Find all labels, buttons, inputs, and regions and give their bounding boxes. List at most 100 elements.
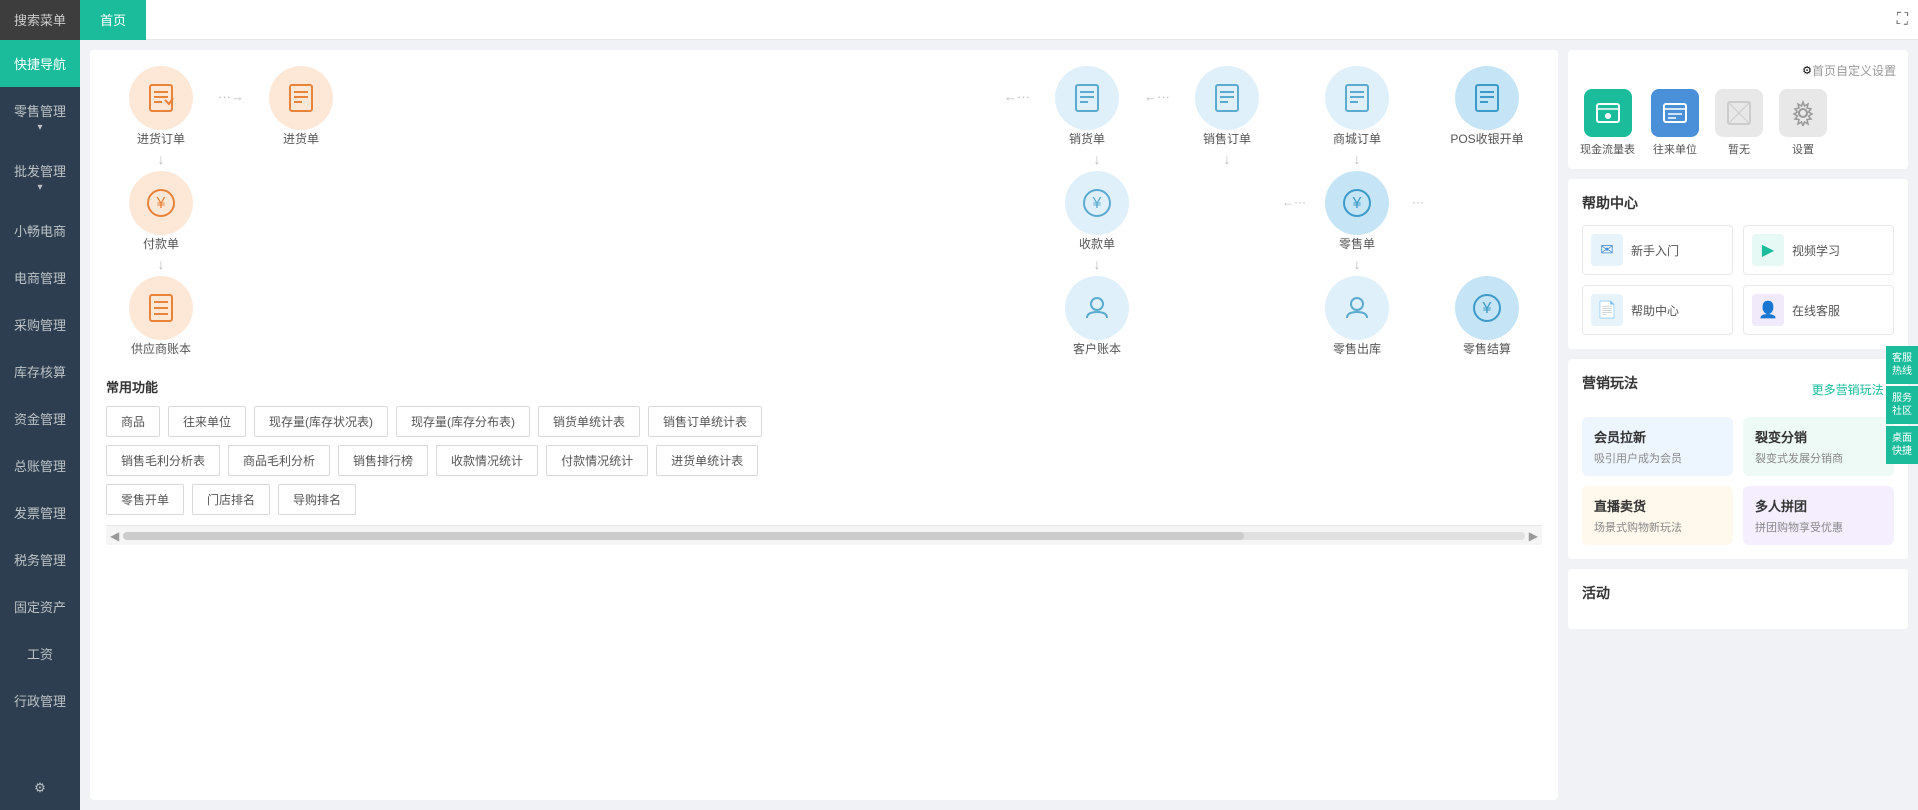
node-pos[interactable]: POS收银开单 [1432, 66, 1542, 147]
payment-icon: ¥ [129, 171, 193, 235]
marketing-item-live[interactable]: 直播卖货 场景式购物新玩法 [1582, 486, 1733, 545]
func-btn-sales-order-stats[interactable]: 销售订单统计表 [648, 406, 762, 437]
func-btn-store-rank[interactable]: 门店排名 [192, 484, 270, 515]
float-btn-desktop[interactable]: 桌面快捷 [1886, 426, 1918, 464]
chevron-down-icon: ▾ [37, 182, 42, 193]
scroll-left-arrow[interactable]: ◀ [110, 529, 119, 543]
help-center: 帮助中心 ✉ 新手入门 ▶ 视频学习 📄 帮助中心 👤 [1568, 179, 1908, 349]
more-marketing-link[interactable]: 更多营销玩法 > [1812, 381, 1894, 398]
node-retail-settlement[interactable]: ¥ 零售结算 [1432, 276, 1542, 357]
node-sales-bill[interactable]: 销货单 [1032, 66, 1142, 147]
func-btn-payment-stats[interactable]: 付款情况统计 [546, 445, 648, 476]
quick-icon-none[interactable]: 暂无 [1715, 89, 1763, 157]
sidebar-item-wholesale[interactable]: 批发管理 ▾ [0, 147, 80, 207]
fullscreen-icon[interactable]: ⛶ [1897, 11, 1908, 29]
node-purchase-order[interactable]: 进货订单 [106, 66, 216, 147]
right-panel: ⚙ 首页自定义设置 现金流量表 往来单位 [1568, 50, 1908, 800]
node-retail-bill[interactable]: ¥ 零售单 [1302, 171, 1412, 252]
node-retail-outbound[interactable]: 零售出库 [1302, 276, 1412, 357]
scroll-thumb [123, 532, 1244, 540]
node-customer-ledger[interactable]: 客户账本 [1042, 276, 1152, 357]
func-btn-sales-profit[interactable]: 销售毛利分析表 [106, 445, 220, 476]
beginner-icon: ✉ [1591, 234, 1623, 266]
scroll-right-arrow[interactable]: ▶ [1529, 529, 1538, 543]
cashflow-icon [1584, 89, 1632, 137]
func-btn-stock-status[interactable]: 现存量(库存状况表) [254, 406, 388, 437]
func-btn-sales-stats[interactable]: 销货单统计表 [538, 406, 640, 437]
quick-icon-settings[interactable]: 设置 [1779, 89, 1827, 157]
search-menu[interactable]: 搜索菜单 [0, 0, 80, 40]
func-btn-units[interactable]: 往来单位 [168, 406, 246, 437]
marketing-item-fission[interactable]: 裂变分销 裂变式发展分销商 [1743, 417, 1894, 476]
svg-text:¥: ¥ [156, 195, 166, 212]
help-item-docs[interactable]: 📄 帮助中心 [1582, 285, 1733, 335]
func-btn-retail-order[interactable]: 零售开单 [106, 484, 184, 515]
chevron-down-icon: ▾ [37, 122, 42, 133]
quick-icons-bar: ⚙ 首页自定义设置 现金流量表 往来单位 [1568, 50, 1908, 169]
func-btn-row-1: 商品 往来单位 现存量(库存状况表) 现存量(库存分布表) 销货单统计表 销售订… [106, 406, 1542, 437]
sidebar-item-finance[interactable]: 资金管理 [0, 395, 80, 442]
tab-home[interactable]: 首页 [80, 0, 146, 40]
func-btn-receipt-stats[interactable]: 收款情况统计 [436, 445, 538, 476]
quick-nav-panel: 进货订单 ···→ 进货单 [90, 50, 1558, 800]
mall-order-icon [1325, 66, 1389, 130]
node-receipt[interactable]: ¥ 收款单 [1042, 171, 1152, 252]
node-mall-order[interactable]: 商城订单 [1302, 66, 1412, 147]
help-item-beginner[interactable]: ✉ 新手入门 [1582, 225, 1733, 275]
retail-settlement-icon: ¥ [1455, 276, 1519, 340]
sidebar-item-quick-nav[interactable]: 快捷导航 [0, 40, 80, 87]
func-btn-stock-dist[interactable]: 现存量(库存分布表) [396, 406, 530, 437]
help-item-online-support[interactable]: 👤 在线客服 [1743, 285, 1894, 335]
quick-icon-cashflow[interactable]: 现金流量表 [1580, 89, 1635, 157]
float-btns: 客服热线 服务社区 桌面快捷 [1886, 346, 1918, 464]
func-btn-guide-rank[interactable]: 导购排名 [278, 484, 356, 515]
sidebar-item-fixed-assets[interactable]: 固定资产 [0, 583, 80, 630]
arrow-left-1: ←··· [1002, 89, 1032, 124]
marketing-item-group-buy[interactable]: 多人拼团 拼团购物享受优惠 [1743, 486, 1894, 545]
gear-small-icon: ⚙ [1802, 64, 1812, 77]
node-payment[interactable]: ¥ 付款单 [106, 171, 216, 252]
customer-ledger-icon [1065, 276, 1129, 340]
sidebar-item-tax[interactable]: 税务管理 [0, 536, 80, 583]
sidebar-item-purchase[interactable]: 采购管理 [0, 301, 80, 348]
v-arrow-sales-order: ↓ [1172, 151, 1282, 167]
v-arrow-sales-bill: ↓ [1042, 151, 1152, 167]
sidebar-item-ledger[interactable]: 总账管理 [0, 442, 80, 489]
node-purchase-bill[interactable]: 进货单 [246, 66, 356, 147]
sidebar-gear[interactable]: ⚙ [0, 766, 80, 810]
sidebar-item-ecommerce-small[interactable]: 小畅电商 [0, 207, 80, 254]
sidebar-item-admin[interactable]: 行政管理 [0, 677, 80, 724]
func-btn-purchase-stats[interactable]: 进货单统计表 [656, 445, 758, 476]
scroll-track[interactable] [123, 532, 1525, 540]
settings-icon [1779, 89, 1827, 137]
none-icon [1715, 89, 1763, 137]
sidebar-item-salary[interactable]: 工资 [0, 630, 80, 677]
v-arrow-receipt: ↓ [1042, 256, 1152, 272]
quick-icons-header: ⚙ 首页自定义设置 [1580, 62, 1896, 79]
quick-icon-units[interactable]: 往来单位 [1651, 89, 1699, 157]
custom-settings-link[interactable]: 首页自定义设置 [1812, 62, 1896, 79]
float-btn-hotline[interactable]: 客服热线 [1886, 346, 1918, 384]
sidebar-item-ecommerce-mgmt[interactable]: 电商管理 [0, 254, 80, 301]
svg-text:¥: ¥ [1092, 195, 1102, 212]
common-funcs-title: 常用功能 [106, 377, 1542, 396]
func-btn-goods-profit[interactable]: 商品毛利分析 [228, 445, 330, 476]
func-btn-row-2: 销售毛利分析表 商品毛利分析 销售排行榜 收款情况统计 付款情况统计 进货单统计… [106, 445, 1542, 476]
node-supplier-ledger[interactable]: 供应商账本 [106, 276, 216, 357]
sidebar-item-invoice-mgmt[interactable]: 发票管理 [0, 489, 80, 536]
retail-bill-icon: ¥ [1325, 171, 1389, 235]
arrow-retail-left: ←··· [1282, 195, 1302, 229]
func-btn-sales-rank[interactable]: 销售排行榜 [338, 445, 428, 476]
node-sales-order[interactable]: 销售订单 [1172, 66, 1282, 147]
docs-icon: 📄 [1591, 294, 1623, 326]
activity-title: 活动 [1582, 583, 1894, 603]
sidebar-item-retail[interactable]: 零售管理 ▾ [0, 87, 80, 147]
func-btn-goods[interactable]: 商品 [106, 406, 160, 437]
marketing-grid: 会员拉新 吸引用户成为会员 裂变分销 裂变式发展分销商 直播卖货 场景式购物新玩… [1582, 417, 1894, 545]
sales-bill-icon [1055, 66, 1119, 130]
marketing-item-member[interactable]: 会员拉新 吸引用户成为会员 [1582, 417, 1733, 476]
sidebar-item-inventory[interactable]: 库存核算 [0, 348, 80, 395]
float-btn-community[interactable]: 服务社区 [1886, 386, 1918, 424]
help-item-video[interactable]: ▶ 视频学习 [1743, 225, 1894, 275]
support-icon: 👤 [1752, 294, 1784, 326]
